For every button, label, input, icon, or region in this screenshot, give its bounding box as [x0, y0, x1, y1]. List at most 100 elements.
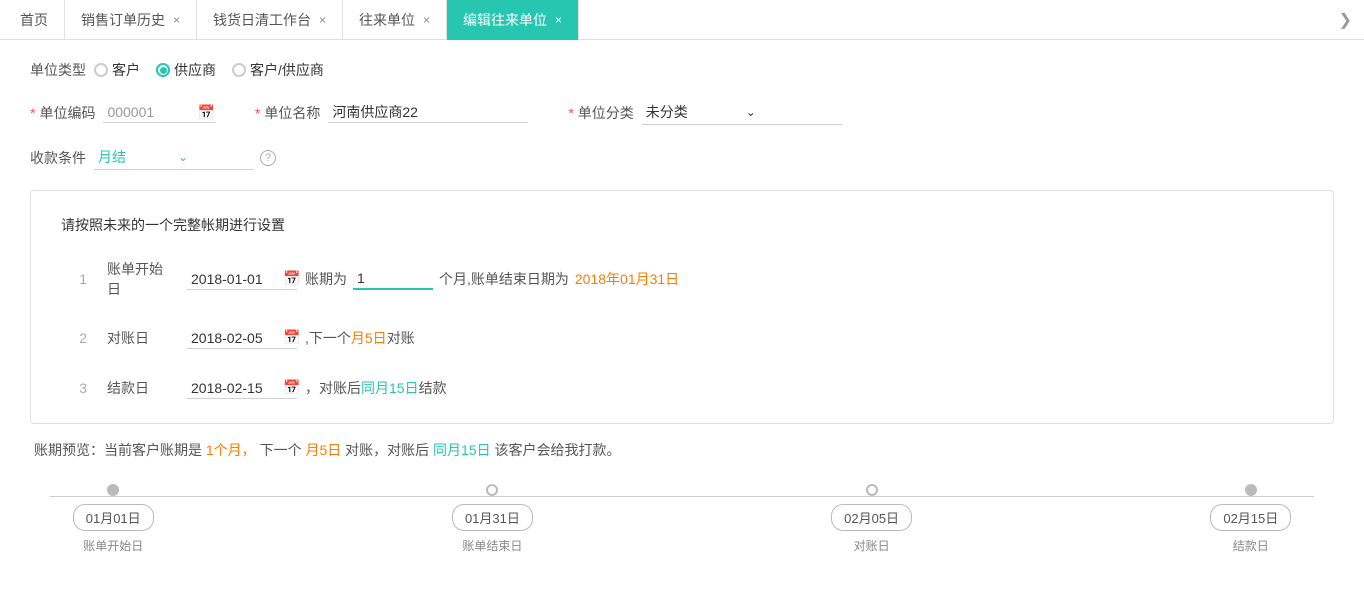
unit-classify-arrow: ⌄	[746, 105, 838, 119]
timeline-point-4: 02月15日 结款日	[1188, 484, 1314, 554]
settings-panel: 请按照未来的一个完整帐期进行设置 1 账单开始日 📅 账期为 个月,账单结束日期…	[30, 190, 1334, 424]
tab-partner-close[interactable]: ×	[423, 13, 430, 27]
step-1-label: 账单开始日	[107, 259, 167, 299]
radio-customer-circle	[94, 63, 108, 77]
radio-supplier-circle	[156, 63, 170, 77]
timeline-label-3: 对账日	[854, 537, 890, 554]
timeline-connector-1	[176, 496, 429, 497]
unit-type-label: 单位类型	[30, 60, 86, 80]
unit-name-label: 单位名称	[264, 103, 320, 123]
unit-type-row: 单位类型 客户 供应商 客户/供应商	[30, 60, 1334, 80]
step-2-calendar-icon[interactable]: 📅	[283, 329, 300, 346]
payment-help-icon[interactable]: ?	[260, 150, 276, 166]
preview-reconcile-highlight: 月5日	[305, 442, 341, 458]
timeline-connector-2	[556, 496, 809, 497]
tab-home[interactable]: 首页	[0, 0, 65, 40]
radio-customer[interactable]: 客户	[94, 60, 140, 80]
preview-mid: 下一个	[260, 442, 302, 458]
step-2-date-input[interactable]	[191, 330, 279, 346]
tab-edit-partner-close[interactable]: ×	[555, 13, 562, 27]
step-2-highlight: 月5日	[351, 328, 387, 348]
timeline: 01月01日 账单开始日 01月31日 账单结束日 02月05日 对账日	[50, 484, 1314, 554]
preview-suffix: 该客户会给我打款。	[495, 442, 621, 458]
step-1-calendar-icon[interactable]: 📅	[283, 270, 300, 287]
settings-row-3: 3 结款日 📅 ，对账后 同月15日 结款	[61, 377, 1303, 399]
preview-period: 1个月，	[206, 442, 256, 458]
step-1-period-suffix: 个月,账单结束日期为	[439, 269, 569, 289]
tab-cash-work-close[interactable]: ×	[319, 13, 326, 27]
timeline-dot-2	[486, 484, 498, 496]
step-3-calendar-icon[interactable]: 📅	[283, 379, 300, 396]
timeline-point-3: 02月05日 对账日	[808, 484, 934, 554]
radio-supplier[interactable]: 供应商	[156, 60, 216, 80]
unit-classify-select[interactable]: 未分类 ⌄	[642, 100, 842, 125]
unit-name-group: * 单位名称	[255, 102, 528, 123]
tab-sales-history-label: 销售订单历史	[81, 10, 165, 30]
timeline-dot-4	[1245, 484, 1257, 496]
timeline-badge-2: 01月31日	[452, 504, 533, 531]
settings-row-2: 2 对账日 📅 ,下一个 月5日 对账	[61, 327, 1303, 349]
unit-type-group: 单位类型 客户 供应商 客户/供应商	[30, 60, 324, 80]
tab-sales-history[interactable]: 销售订单历史 ×	[65, 0, 197, 40]
preview-prefix: 账期预览：当前客户账期是	[34, 442, 202, 458]
timeline-point-1: 01月01日 账单开始日	[50, 484, 176, 554]
tab-cash-work[interactable]: 钱货日清工作台 ×	[197, 0, 343, 40]
tab-partner[interactable]: 往来单位 ×	[343, 0, 447, 40]
unit-code-star: *	[30, 105, 35, 121]
tab-partner-label: 往来单位	[359, 10, 415, 30]
unit-info-row: * 单位编码 📅 * 单位名称 * 单位分类 未分类 ⌄	[30, 100, 1334, 125]
step-1-date-input[interactable]	[191, 271, 279, 287]
unit-classify-value: 未分类	[646, 102, 738, 122]
timeline-point-2: 01月31日 账单结束日	[429, 484, 555, 554]
unit-code-field-wrapper: 📅	[103, 102, 214, 123]
step-3-date-field: 📅	[187, 377, 297, 399]
step-1-period-prefix: 账期为	[305, 269, 347, 289]
timeline-dot-3	[866, 484, 878, 496]
step-1-period-input[interactable]	[353, 268, 433, 290]
tab-edit-partner[interactable]: 编辑往来单位 ×	[447, 0, 579, 40]
timeline-label-1: 账单开始日	[83, 537, 143, 554]
unit-name-input[interactable]	[328, 102, 528, 123]
tab-cash-work-label: 钱货日清工作台	[213, 10, 311, 30]
step-3-num: 3	[71, 380, 87, 396]
step-1-date-field: 📅	[187, 268, 297, 290]
unit-code-icon[interactable]: 📅	[197, 104, 214, 121]
step-2-label: 对账日	[107, 328, 167, 348]
step-3-highlight: 同月15日	[361, 378, 419, 398]
settings-title: 请按照未来的一个完整帐期进行设置	[61, 215, 1303, 235]
preview-reconcile-suffix: 对账，对账后	[345, 442, 429, 458]
tab-expand-button[interactable]: ❯	[1327, 0, 1364, 40]
step-2-num: 2	[71, 330, 87, 346]
timeline-badge-1: 01月01日	[73, 504, 154, 531]
settings-row-1: 1 账单开始日 📅 账期为 个月,账单结束日期为 2018年01月31日	[61, 259, 1303, 299]
radio-both[interactable]: 客户/供应商	[232, 60, 324, 80]
step-1-num: 1	[71, 271, 87, 287]
step-1-end-date: 2018年01月31日	[575, 269, 679, 289]
step-2-desc-suffix: 对账	[387, 328, 415, 348]
payment-group: 收款条件 月结 ⌄ ?	[30, 145, 276, 170]
unit-classify-group: * 单位分类 未分类 ⌄	[568, 100, 841, 125]
unit-code-input[interactable]	[103, 102, 193, 122]
step-2-desc-prefix: ,下一个	[305, 328, 351, 348]
tab-edit-partner-label: 编辑往来单位	[463, 10, 547, 30]
preview-text: 账期预览：当前客户账期是 1个月， 下一个 月5日 对账，对账后 同月15日 该…	[30, 440, 1334, 460]
unit-name-star: *	[255, 105, 260, 121]
main-content: 单位类型 客户 供应商 客户/供应商 * 单位编码	[0, 40, 1364, 608]
radio-customer-label: 客户	[112, 60, 140, 80]
step-3-date-input[interactable]	[191, 380, 279, 396]
payment-label: 收款条件	[30, 148, 86, 168]
step-2-date-field: 📅	[187, 327, 297, 349]
payment-select[interactable]: 月结 ⌄	[94, 145, 254, 170]
payment-value: 月结	[98, 147, 170, 167]
timeline-label-2: 账单结束日	[462, 537, 522, 554]
timeline-badge-4: 02月15日	[1210, 504, 1291, 531]
step-3-label: 结款日	[107, 378, 167, 398]
step-3-desc-prefix: ，对账后	[305, 378, 361, 398]
tab-sales-history-close[interactable]: ×	[173, 13, 180, 27]
unit-code-group: * 单位编码 📅	[30, 102, 215, 123]
timeline-dot-1	[107, 484, 119, 496]
payment-row: 收款条件 月结 ⌄ ?	[30, 145, 1334, 170]
tab-home-label: 首页	[20, 10, 48, 30]
timeline-label-4: 结款日	[1233, 537, 1269, 554]
payment-arrow: ⌄	[178, 150, 250, 164]
